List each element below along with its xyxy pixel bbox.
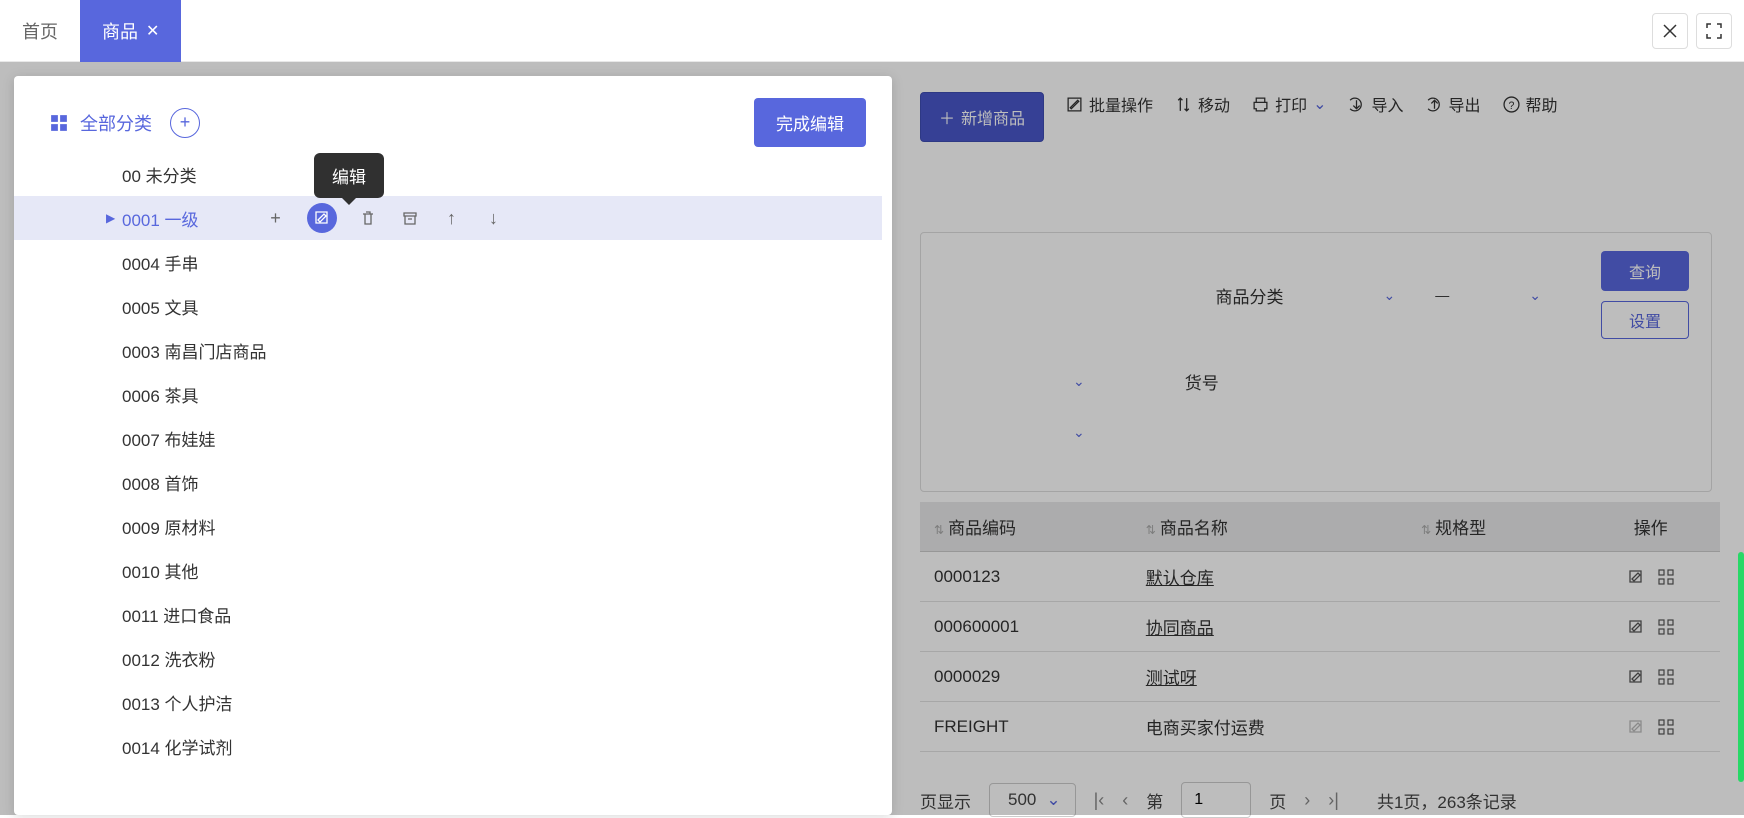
tree-item[interactable]: 0013 个人护洁 <box>14 680 882 724</box>
tree-item[interactable]: 0010 其他 <box>14 548 882 592</box>
arrow-down-icon[interactable]: ↓ <box>483 208 505 229</box>
tab-product[interactable]: 商品 ✕ <box>80 0 181 62</box>
close-window-button[interactable] <box>1652 13 1688 49</box>
tree-item-label: 0010 其他 <box>122 558 199 583</box>
tree-item[interactable]: 0004 手串 <box>14 240 882 284</box>
tree-item-label: 0001 一级 <box>122 206 199 231</box>
tooltip: 编辑 <box>314 153 384 198</box>
tree-item-label: 0009 原材料 <box>122 514 216 539</box>
tree-item-label: 0014 化学试剂 <box>122 734 233 759</box>
tree-item-label: 0006 茶具 <box>122 382 199 407</box>
tree-item[interactable]: 0008 首饰 <box>14 460 882 504</box>
archive-icon[interactable] <box>399 210 421 226</box>
tree-item-label: 0004 手串 <box>122 250 199 275</box>
accent-bar <box>1738 552 1744 782</box>
caret-icon: ▶ <box>106 211 115 225</box>
tabs: 首页 商品 ✕ <box>0 0 181 62</box>
tree-item-label: 0008 首饰 <box>122 470 199 495</box>
window-controls <box>1652 13 1732 49</box>
tree-item[interactable]: 0005 文具 <box>14 284 882 328</box>
category-title[interactable]: 全部分类 + <box>50 108 200 138</box>
tab-home[interactable]: 首页 <box>0 0 80 62</box>
panel-header: 全部分类 + 完成编辑 <box>14 76 892 159</box>
tree-item[interactable]: 0011 进口食品 <box>14 592 882 636</box>
finish-label: 完成编辑 <box>776 115 844 134</box>
tree-item-label: 0011 进口食品 <box>122 602 231 627</box>
tree-item[interactable]: 0007 布娃娃 <box>14 416 882 460</box>
tree-item[interactable]: 0003 南昌门店商品 <box>14 328 882 372</box>
close-icon <box>1662 23 1678 39</box>
add-category-button[interactable]: + <box>170 108 200 138</box>
tree-item[interactable]: 0006 茶具 <box>14 372 882 416</box>
tree-item-label: 0003 南昌门店商品 <box>122 338 267 363</box>
grid-icon <box>50 114 68 132</box>
top-bar: 首页 商品 ✕ <box>0 0 1744 62</box>
tree-item-label: 0007 布娃娃 <box>122 426 216 451</box>
add-child-icon[interactable]: + <box>265 208 287 229</box>
tab-product-label: 商品 <box>102 18 138 44</box>
tree-item-actions: + ↑ ↓ <box>265 203 505 233</box>
tree-item-label: 0005 文具 <box>122 294 199 319</box>
fullscreen-icon <box>1706 23 1722 39</box>
category-tree[interactable]: 00 未分类 ▶ 0001 一级 + ↑ ↓ 0004 手串 0005 文具 0003 南昌门店… <box>14 152 882 815</box>
main-area: ＋ 新增商品 批量操作 移动 打印 ⌄ 导入 导出 <box>0 62 1744 815</box>
arrow-up-icon[interactable]: ↑ <box>441 208 463 229</box>
category-panel: 全部分类 + 完成编辑 00 未分类 ▶ 0001 一级 + ↑ ↓ 0004 手串 0005… <box>14 76 892 815</box>
delete-icon[interactable] <box>357 210 379 226</box>
tree-item-label: 0012 洗衣粉 <box>122 646 216 671</box>
tooltip-text: 编辑 <box>332 168 366 187</box>
fullscreen-button[interactable] <box>1696 13 1732 49</box>
tree-item[interactable]: 00 未分类 <box>14 152 882 196</box>
tree-item-label: 00 未分类 <box>122 162 197 187</box>
category-title-text: 全部分类 <box>80 110 152 136</box>
finish-edit-button[interactable]: 完成编辑 <box>754 98 866 147</box>
tree-item[interactable]: 0009 原材料 <box>14 504 882 548</box>
tree-item-label: 0013 个人护洁 <box>122 690 233 715</box>
tab-home-label: 首页 <box>22 18 58 44</box>
tree-item[interactable]: 0012 洗衣粉 <box>14 636 882 680</box>
tree-item[interactable]: 0014 化学试剂 <box>14 724 882 768</box>
tree-item[interactable]: ▶ 0001 一级 + ↑ ↓ <box>14 196 882 240</box>
edit-icon[interactable] <box>307 203 337 233</box>
close-icon[interactable]: ✕ <box>146 21 159 41</box>
